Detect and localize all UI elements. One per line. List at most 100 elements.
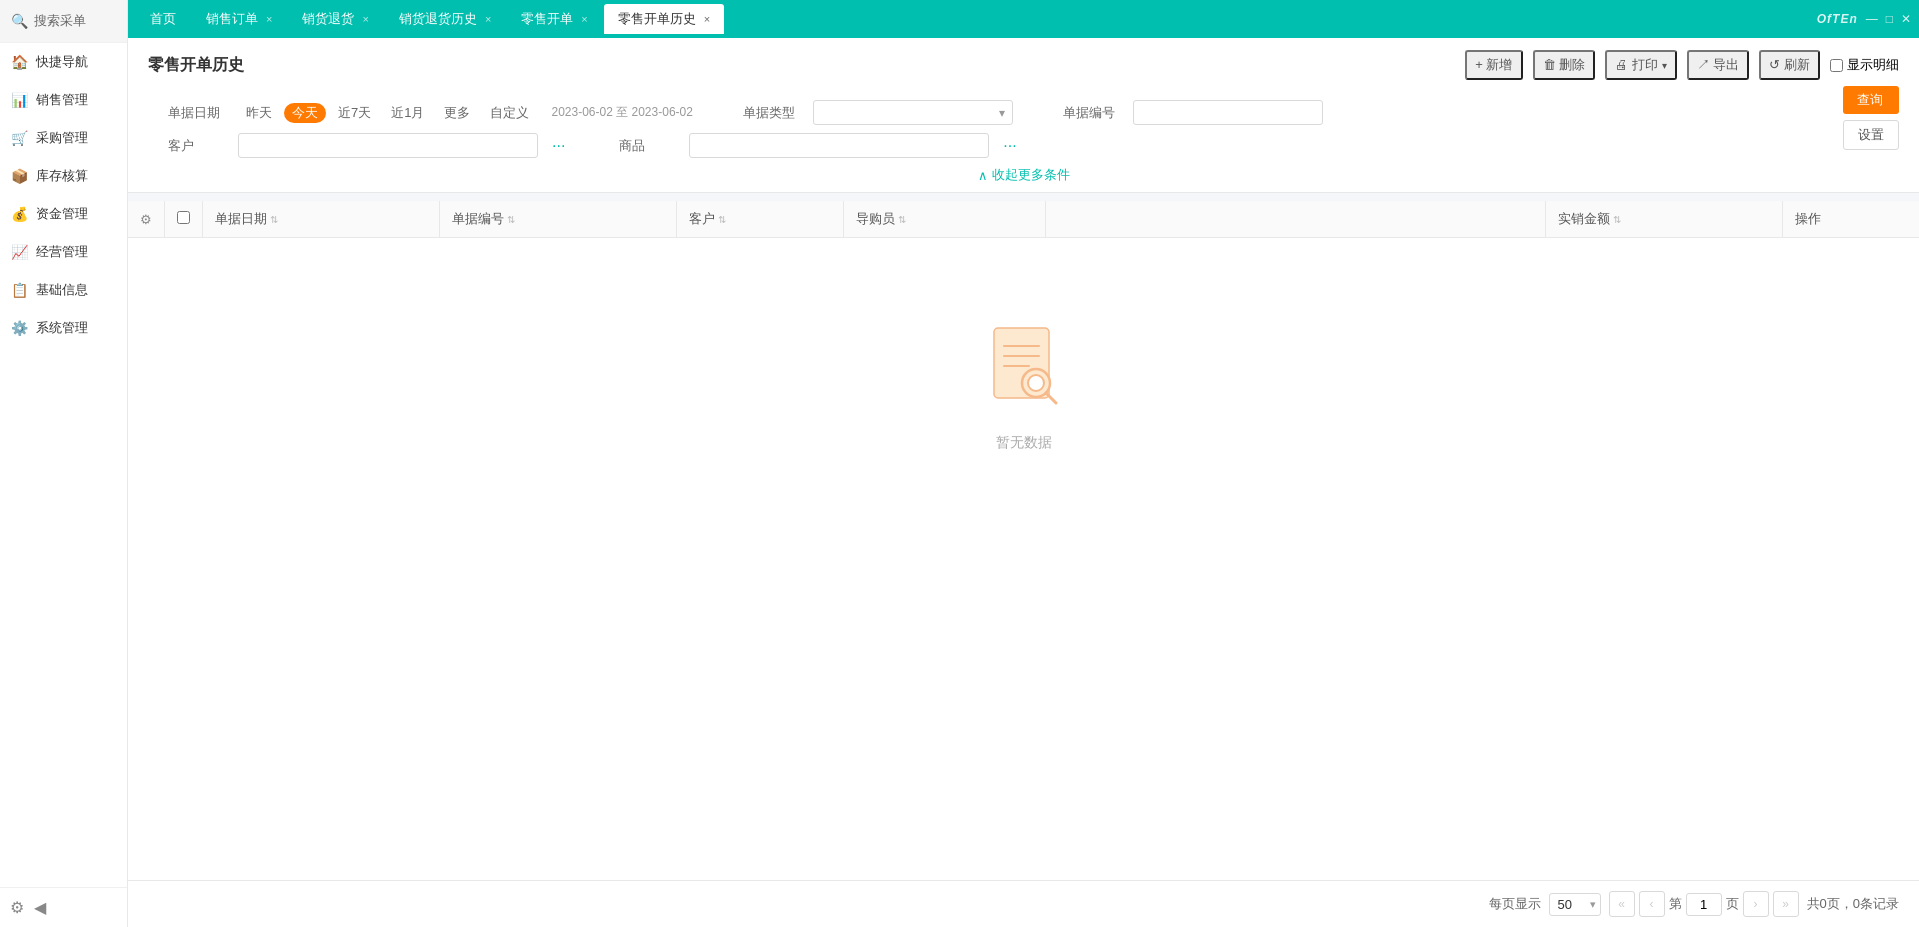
sidebar-item-label: 基础信息 <box>36 281 88 299</box>
collapse-filter-button[interactable]: ∧ 收起更多条件 <box>978 166 1070 184</box>
th-amount-label: 实销金额 <box>1558 210 1610 228</box>
doc-type-select-wrapper <box>813 100 1013 125</box>
sidebar-item-label: 采购管理 <box>36 129 88 147</box>
last-page-button[interactable]: » <box>1773 891 1799 917</box>
sort-guide-button[interactable]: 导购员 ⇅ <box>856 210 906 228</box>
money-icon: 💰 <box>10 205 28 223</box>
page-title: 零售开单历史 <box>148 55 244 76</box>
doc-no-input[interactable] <box>1133 100 1323 125</box>
collapse-filter-label: 收起更多条件 <box>992 166 1070 184</box>
display-detail-toggle[interactable]: 显示明细 <box>1830 56 1899 74</box>
sort-no-icon: ⇅ <box>507 214 515 225</box>
goods-more-btn[interactable]: ··· <box>999 137 1020 155</box>
tab-sales-order-close[interactable]: × <box>266 13 272 25</box>
next-page-button[interactable]: › <box>1743 891 1769 917</box>
th-settings: ⚙ <box>128 201 165 238</box>
goods-label: 商品 <box>619 137 679 155</box>
sort-no-button[interactable]: 单据编号 ⇅ <box>452 210 515 228</box>
date-today[interactable]: 今天 <box>284 103 326 123</box>
prev-page-button[interactable]: ‹ <box>1639 891 1665 917</box>
collapse-sidebar-button[interactable]: ◀ <box>34 898 46 917</box>
th-action-label: 操作 <box>1795 211 1821 226</box>
date-custom[interactable]: 自定义 <box>482 102 537 124</box>
tab-sales-return-close[interactable]: × <box>362 13 368 25</box>
search-label: 搜索采单 <box>34 12 86 30</box>
sidebar-item-label: 库存核算 <box>36 167 88 185</box>
home-icon: 🏠 <box>10 53 28 71</box>
query-button[interactable]: 查询 <box>1843 86 1899 114</box>
search-button[interactable]: 🔍 搜索采单 <box>0 0 127 43</box>
page-number-input[interactable] <box>1686 893 1722 916</box>
top-nav: 首页 销售订单 × 销货退货 × 销货退货历史 × 零售开单 × 零售开单历史 … <box>128 0 1919 38</box>
box-icon: 📦 <box>10 167 28 185</box>
th-spacer <box>1046 201 1546 238</box>
chart-icon: 📊 <box>10 91 28 109</box>
customer-more-btn[interactable]: ··· <box>548 137 569 155</box>
tab-retail-history-close[interactable]: × <box>704 13 710 25</box>
date-yesterday[interactable]: 昨天 <box>238 102 280 124</box>
table-body: 暂无数据 <box>128 238 1919 533</box>
window-min-button[interactable]: — <box>1866 12 1878 26</box>
date-month[interactable]: 近1月 <box>383 102 432 124</box>
tab-retail-open-close[interactable]: × <box>581 13 587 25</box>
column-settings-button[interactable]: ⚙ <box>140 212 152 227</box>
sort-amount-icon: ⇅ <box>1613 214 1621 225</box>
filter-settings-button[interactable]: 设置 <box>1843 120 1899 150</box>
filter-row-2: 客户 ··· 商品 ··· <box>168 133 1879 158</box>
date-options: 昨天 今天 近7天 近1月 更多 自定义 <box>238 102 537 124</box>
sidebar-item-sales-mgmt[interactable]: 📊 销售管理 <box>0 81 127 119</box>
th-no: 单据编号 ⇅ <box>440 201 677 238</box>
sidebar-item-finance[interactable]: 💰 资金管理 <box>0 195 127 233</box>
empty-state: 暂无数据 <box>128 238 1919 532</box>
add-button[interactable]: + 新增 <box>1465 50 1522 80</box>
settings-footer-button[interactable]: ⚙ <box>10 898 24 917</box>
window-max-button[interactable]: □ <box>1886 12 1893 26</box>
page-title-row: 零售开单历史 + 新增 🗑 删除 🖨 打印 ▾ ↗ 导出 ↺ 刷新 显示明细 <box>148 50 1899 80</box>
cart-icon: 🛒 <box>10 129 28 147</box>
tab-sales-order[interactable]: 销售订单 × <box>192 4 286 34</box>
display-detail-label: 显示明细 <box>1847 56 1899 74</box>
sidebar-item-basic-info[interactable]: 📋 基础信息 <box>0 271 127 309</box>
sort-date-button[interactable]: 单据日期 ⇅ <box>215 210 278 228</box>
top-nav-right: OfTEn — □ ✕ <box>1817 12 1911 26</box>
tab-sales-return-history-close[interactable]: × <box>485 13 491 25</box>
tab-retail-open[interactable]: 零售开单 × <box>507 4 601 34</box>
th-guide: 导购员 ⇅ <box>844 201 1046 238</box>
refresh-button[interactable]: ↺ 刷新 <box>1759 50 1820 80</box>
tab-retail-history[interactable]: 零售开单历史 × <box>604 4 724 34</box>
goods-input[interactable] <box>689 133 989 158</box>
select-all-checkbox[interactable] <box>177 211 190 224</box>
content-area: 零售开单历史 + 新增 🗑 删除 🖨 打印 ▾ ↗ 导出 ↺ 刷新 显示明细 <box>128 38 1919 927</box>
table-header-row: ⚙ 单据日期 ⇅ 单据编号 <box>128 201 1919 238</box>
th-guide-label: 导购员 <box>856 210 895 228</box>
date-range-display: 2023-06-02 至 2023-06-02 <box>551 104 692 121</box>
doc-type-select[interactable] <box>813 100 1013 125</box>
date-more[interactable]: 更多 <box>436 102 478 124</box>
sort-customer-button[interactable]: 客户 ⇅ <box>689 210 726 228</box>
first-page-button[interactable]: « <box>1609 891 1635 917</box>
svg-point-5 <box>1028 375 1044 391</box>
display-detail-checkbox[interactable] <box>1830 59 1843 72</box>
tab-sales-return[interactable]: 销货退货 × <box>288 4 382 34</box>
per-page-label: 每页显示 <box>1489 895 1541 913</box>
customer-input[interactable] <box>238 133 538 158</box>
page-header: 零售开单历史 + 新增 🗑 删除 🖨 打印 ▾ ↗ 导出 ↺ 刷新 显示明细 <box>128 38 1919 193</box>
empty-illustration <box>974 318 1074 418</box>
print-button[interactable]: 🖨 打印 ▾ <box>1605 50 1677 80</box>
date-week[interactable]: 近7天 <box>330 102 379 124</box>
tab-home[interactable]: 首页 <box>136 4 190 34</box>
window-close-button[interactable]: ✕ <box>1901 12 1911 26</box>
sidebar-item-purchase-mgmt[interactable]: 🛒 采购管理 <box>0 119 127 157</box>
tab-sales-return-history[interactable]: 销货退货历史 × <box>385 4 505 34</box>
empty-text: 暂无数据 <box>996 434 1052 452</box>
sidebar-item-business[interactable]: 📈 经营管理 <box>0 233 127 271</box>
sort-amount-button[interactable]: 实销金额 ⇅ <box>1558 210 1621 228</box>
delete-button[interactable]: 🗑 删除 <box>1533 50 1596 80</box>
sidebar-item-quick-nav[interactable]: 🏠 快捷导航 <box>0 43 127 81</box>
tab-retail-history-label: 零售开单历史 <box>618 10 696 28</box>
per-page-select[interactable]: 20 50 100 200 <box>1549 893 1601 916</box>
sidebar-item-system[interactable]: ⚙️ 系统管理 <box>0 309 127 347</box>
page-total-label: 共0页，0条记录 <box>1807 895 1899 913</box>
sidebar-item-inventory[interactable]: 📦 库存核算 <box>0 157 127 195</box>
export-button[interactable]: ↗ 导出 <box>1687 50 1750 80</box>
